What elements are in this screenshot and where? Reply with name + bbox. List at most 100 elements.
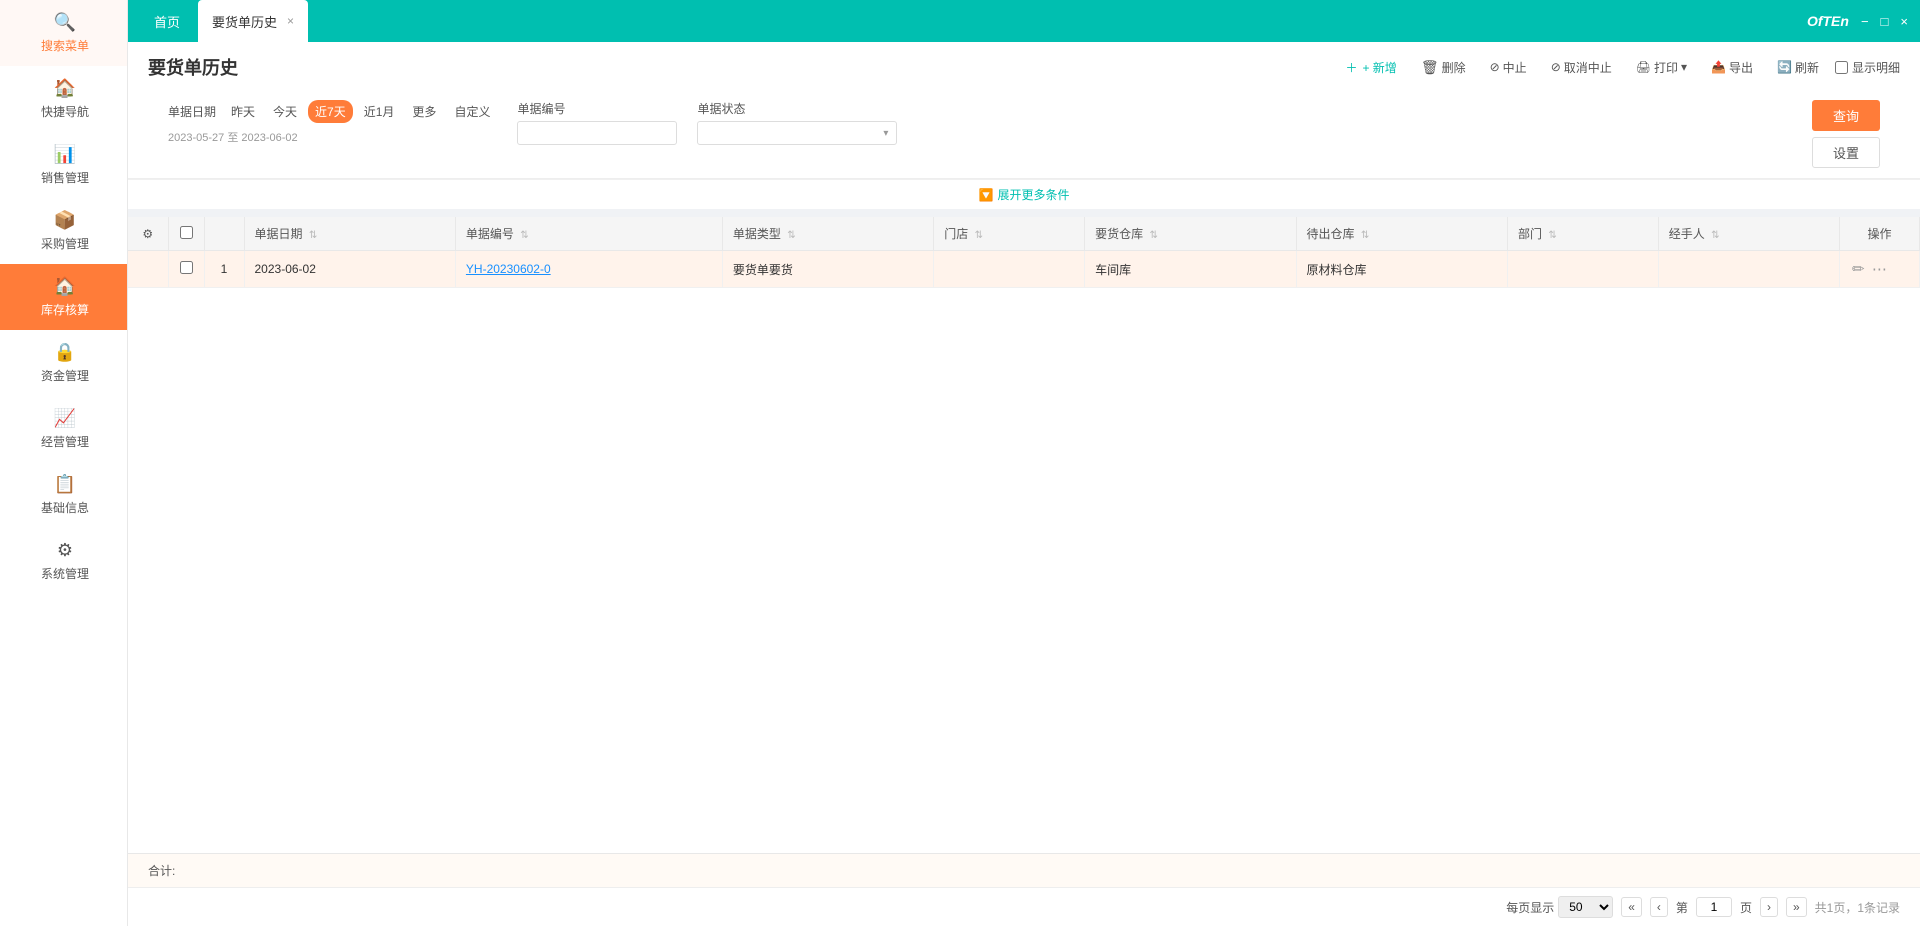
sidebar-item-operations[interactable]: 📈 经营管理	[0, 396, 127, 462]
cancel-stop-button[interactable]: ⊘ 取消中止	[1543, 55, 1620, 80]
tab-order-history[interactable]: 要货单历史 ×	[198, 0, 308, 42]
settings-button[interactable]: 设置	[1812, 137, 1880, 168]
sidebar-item-inventory[interactable]: 🏠 库存核算	[0, 264, 127, 330]
stop-label: 中止	[1503, 59, 1527, 76]
first-page-btn[interactable]: «	[1621, 897, 1642, 917]
display-detail-checkbox[interactable]	[1835, 61, 1848, 74]
last7days-btn[interactable]: 近7天	[308, 100, 353, 123]
doc-status-dropdown[interactable]	[706, 126, 883, 140]
inventory-icon: 🏠	[54, 276, 76, 297]
sidebar-item-search[interactable]: 🔍 搜索菜单	[0, 0, 127, 66]
col-req-warehouse[interactable]: 要货仓库 ⇅	[1085, 217, 1296, 251]
row-edit-btn[interactable]: ✏	[1850, 258, 1867, 280]
window-minimize-btn[interactable]: −	[1861, 14, 1869, 29]
print-button[interactable]: 🖨 打印 ▾	[1628, 55, 1695, 80]
page-size-label: 每页显示	[1506, 899, 1554, 916]
row-more-btn[interactable]: ⋯	[1870, 258, 1889, 280]
expand-more-button[interactable]: 🔽 展开更多条件	[979, 186, 1070, 203]
sidebar-item-inventory-label: 库存核算	[41, 301, 89, 318]
custom-btn[interactable]: 自定义	[447, 100, 497, 123]
row-checkbox[interactable]	[180, 261, 193, 274]
doc-num-input[interactable]	[517, 121, 677, 145]
last-month-btn[interactable]: 近1月	[357, 100, 402, 123]
col-department[interactable]: 部门 ⇅	[1507, 217, 1658, 251]
row-doc-num-cell[interactable]: YH-20230602-0	[455, 251, 722, 288]
prev-page-btn[interactable]: ‹	[1650, 897, 1668, 917]
add-icon: ＋	[1345, 59, 1357, 76]
col-doc-num[interactable]: 单据编号 ⇅	[455, 217, 722, 251]
sort-doc-num-icon: ⇅	[520, 230, 528, 241]
page-size-group: 每页显示 20 50 100	[1506, 896, 1613, 918]
delete-button[interactable]: 🗑 删除	[1413, 55, 1474, 80]
col-store-label: 门店	[944, 227, 968, 241]
print-label: 打印	[1654, 59, 1678, 76]
col-doc-type-label: 单据类型	[733, 227, 781, 241]
sidebar-item-basic[interactable]: 📋 基础信息	[0, 462, 127, 528]
sidebar-item-system-label: 系统管理	[41, 565, 89, 582]
sidebar-item-search-label: 搜索菜单	[41, 37, 89, 54]
today-btn[interactable]: 今天	[266, 100, 304, 123]
sort-store-icon: ⇅	[975, 230, 983, 241]
row-handler-cell	[1658, 251, 1839, 288]
col-checkbox	[168, 217, 204, 251]
row-serial-cell: 1	[204, 251, 244, 288]
date-quick-btns: 昨天 今天 近7天 近1月 更多 自定义	[224, 100, 497, 123]
col-pending-warehouse-label: 待出仓库	[1307, 227, 1355, 241]
export-button[interactable]: 📤 导出	[1703, 55, 1761, 80]
window-maximize-btn[interactable]: □	[1881, 14, 1889, 29]
sort-doc-date-icon: ⇅	[309, 230, 317, 241]
refresh-icon: 🔄	[1777, 60, 1792, 74]
date-filter-group: 单据日期 昨天 今天 近7天 近1月 更多 自定义 2023-05-27 至 2…	[168, 100, 497, 145]
select-all-checkbox[interactable]	[180, 226, 193, 239]
stop-button[interactable]: ⊘ 中止	[1482, 55, 1535, 80]
col-doc-num-label: 单据编号	[466, 227, 514, 241]
row-pending-warehouse-cell: 原材料仓库	[1296, 251, 1507, 288]
col-handler[interactable]: 经手人 ⇅	[1658, 217, 1839, 251]
col-doc-type[interactable]: 单据类型 ⇅	[722, 217, 933, 251]
row-checkbox-cell	[168, 251, 204, 288]
summary-label: 合计:	[148, 862, 175, 879]
window-close-btn[interactable]: ×	[1900, 14, 1908, 29]
row-store-cell	[934, 251, 1085, 288]
chevron-down-expand-icon: 🔽	[979, 188, 994, 202]
col-store[interactable]: 门店 ⇅	[934, 217, 1085, 251]
yesterday-btn[interactable]: 昨天	[224, 100, 262, 123]
doc-status-filter-group: 单据状态 ▾	[697, 100, 897, 145]
sidebar-item-purchase[interactable]: 📦 采购管理	[0, 198, 127, 264]
sidebar-item-quicknav[interactable]: 🏠 快捷导航	[0, 66, 127, 132]
refresh-button[interactable]: 🔄 刷新	[1769, 55, 1827, 80]
last-page-btn[interactable]: »	[1786, 897, 1807, 917]
table-row: 1 2023-06-02 YH-20230602-0 要货单要货 车间库 原材料…	[128, 251, 1920, 288]
display-detail-toggle[interactable]: 显示明细	[1835, 59, 1900, 76]
page-number-input[interactable]	[1696, 897, 1732, 917]
page-size-select[interactable]: 20 50 100	[1558, 896, 1613, 918]
next-page-btn[interactable]: ›	[1760, 897, 1778, 917]
col-doc-date[interactable]: 单据日期 ⇅	[244, 217, 455, 251]
main-area: 首页 要货单历史 × OfTEn − □ × 要货单历史 ＋ + 新增	[128, 0, 1920, 926]
sidebar-item-purchase-label: 采购管理	[41, 235, 89, 252]
doc-status-select[interactable]: ▾	[697, 121, 897, 145]
tab-home[interactable]: 首页	[140, 0, 194, 42]
row-doc-date-cell: 2023-06-02	[244, 251, 455, 288]
add-button[interactable]: ＋ + 新增	[1337, 55, 1404, 80]
total-info-label: 共1页，1条记录	[1815, 899, 1900, 916]
tab-close-icon[interactable]: ×	[287, 14, 294, 28]
col-pending-warehouse[interactable]: 待出仓库 ⇅	[1296, 217, 1507, 251]
add-label: + 新增	[1362, 59, 1396, 76]
sidebar-item-sales[interactable]: 📊 销售管理	[0, 132, 127, 198]
sidebar-item-operations-label: 经营管理	[41, 433, 89, 450]
sort-pending-warehouse-icon: ⇅	[1361, 230, 1369, 241]
more-btn[interactable]: 更多	[405, 100, 443, 123]
sidebar-item-sales-label: 销售管理	[41, 169, 89, 186]
query-button[interactable]: 查询	[1812, 100, 1880, 131]
col-handler-label: 经手人	[1669, 227, 1705, 241]
page-header: 要货单历史 ＋ + 新增 🗑 删除 ⊘ 中止 ⊘	[128, 42, 1920, 179]
cancel-stop-label: 取消中止	[1564, 59, 1612, 76]
col-settings[interactable]: ⚙	[128, 217, 168, 251]
col-doc-date-label: 单据日期	[255, 227, 303, 241]
data-table: ⚙ 单据日期 ⇅ 单据编号 ⇅	[128, 217, 1920, 288]
topbar: 首页 要货单历史 × OfTEn − □ ×	[128, 0, 1920, 42]
sidebar-item-finance[interactable]: 🔒 资金管理	[0, 330, 127, 396]
sidebar-item-system[interactable]: ⚙ 系统管理	[0, 528, 127, 594]
finance-icon: 🔒	[54, 342, 76, 363]
